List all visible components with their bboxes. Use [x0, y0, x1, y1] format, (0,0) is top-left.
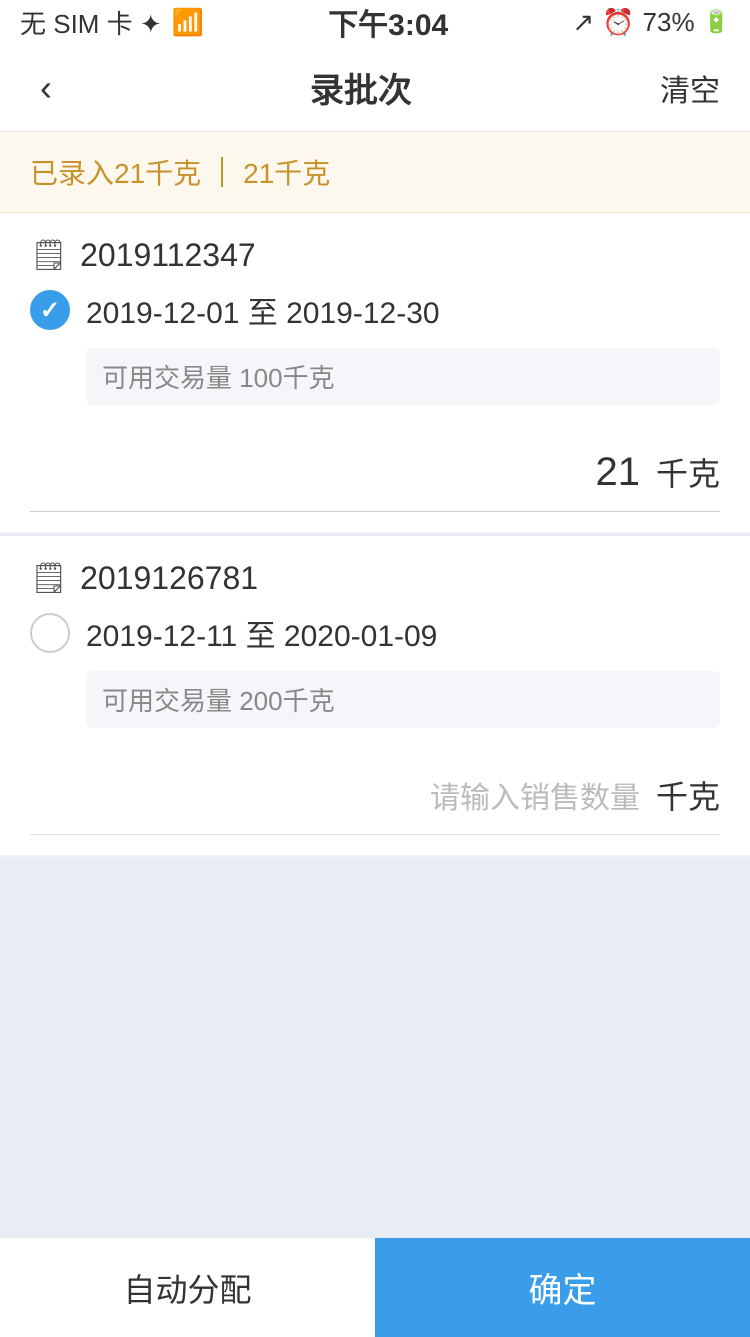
bottom-bar: 自动分配 确定	[0, 1237, 750, 1337]
location-icon: ↗	[572, 7, 594, 38]
battery-label: 73%	[643, 7, 695, 38]
back-button[interactable]: ‹	[30, 57, 62, 119]
batch2-input-row: 请输入销售数量 千克	[0, 752, 750, 834]
info-divider	[221, 157, 223, 187]
batch2-doc-icon: 🗒	[30, 561, 68, 596]
batch1-radio[interactable]	[30, 290, 70, 330]
confirm-button[interactable]: 确定	[375, 1238, 750, 1337]
batch1-date: 2019-12-01 至 2019-12-30	[86, 288, 440, 332]
page-title: 录批次	[310, 63, 412, 112]
batch2-date: 2019-12-11 至 2020-01-09	[86, 611, 437, 655]
status-right: ↗ ⏰ 73% 🔋	[572, 7, 730, 38]
empty-area	[0, 857, 750, 1237]
auto-distribute-button[interactable]: 自动分配	[0, 1238, 375, 1337]
nav-bar: ‹ 录批次 清空	[0, 44, 750, 132]
batch1-date-row[interactable]: 2019-12-01 至 2019-12-30	[30, 288, 720, 332]
alarm-icon: ⏰	[602, 7, 634, 38]
clear-button[interactable]: 清空	[660, 66, 720, 110]
info-banner: 已录入21千克 21千克	[0, 132, 750, 213]
main-content: 已录入21千克 21千克 🗒 2019112347 2019-12-01 至 2…	[0, 132, 750, 1237]
batch2-radio[interactable]	[30, 613, 70, 653]
batch1-header: 🗒 2019112347	[30, 237, 720, 274]
batch1-quantity-unit: 千克	[656, 449, 720, 495]
batch1-available: 可用交易量 100千克	[86, 348, 720, 405]
batch2-input-placeholder: 请输入销售数量	[430, 773, 640, 817]
batch2-id: 2019126781	[80, 560, 258, 597]
batch1-quantity-value[interactable]: 21	[595, 450, 640, 495]
batch1-id: 2019112347	[80, 237, 256, 274]
recorded-label: 已录入21千克	[30, 152, 201, 192]
batch2-input-unit: 千克	[656, 772, 720, 818]
batch2-bottom-pad	[0, 835, 750, 855]
batch2-available: 可用交易量 200千克	[86, 671, 720, 728]
status-time: 下午3:04	[328, 0, 448, 44]
batch1-bottom-pad	[0, 512, 750, 532]
total-label: 21千克	[243, 152, 330, 192]
batch1-inner: 🗒 2019112347 2019-12-01 至 2019-12-30 可用交…	[0, 213, 750, 429]
batch2-inner: 🗒 2019126781 2019-12-11 至 2020-01-09 可用交…	[0, 536, 750, 752]
batch1-card: 🗒 2019112347 2019-12-01 至 2019-12-30 可用交…	[0, 213, 750, 532]
batch2-card: 🗒 2019126781 2019-12-11 至 2020-01-09 可用交…	[0, 536, 750, 855]
batch2-date-row[interactable]: 2019-12-11 至 2020-01-09	[30, 611, 720, 655]
battery-icon: 🔋	[703, 9, 730, 35]
batch1-doc-icon: 🗒	[30, 238, 68, 273]
status-left: 无 SIM 卡 ✦ 📶	[20, 4, 204, 41]
batch2-header: 🗒 2019126781	[30, 560, 720, 597]
auto-distribute-label: 自动分配	[123, 1265, 251, 1311]
status-bar: 无 SIM 卡 ✦ 📶 下午3:04 ↗ ⏰ 73% 🔋	[0, 0, 750, 44]
batch1-quantity-row: 21 千克	[0, 429, 750, 511]
wifi-icon: 📶	[172, 7, 204, 38]
sim-label: 无 SIM 卡 ✦	[20, 4, 162, 41]
confirm-label: 确定	[529, 1263, 597, 1312]
